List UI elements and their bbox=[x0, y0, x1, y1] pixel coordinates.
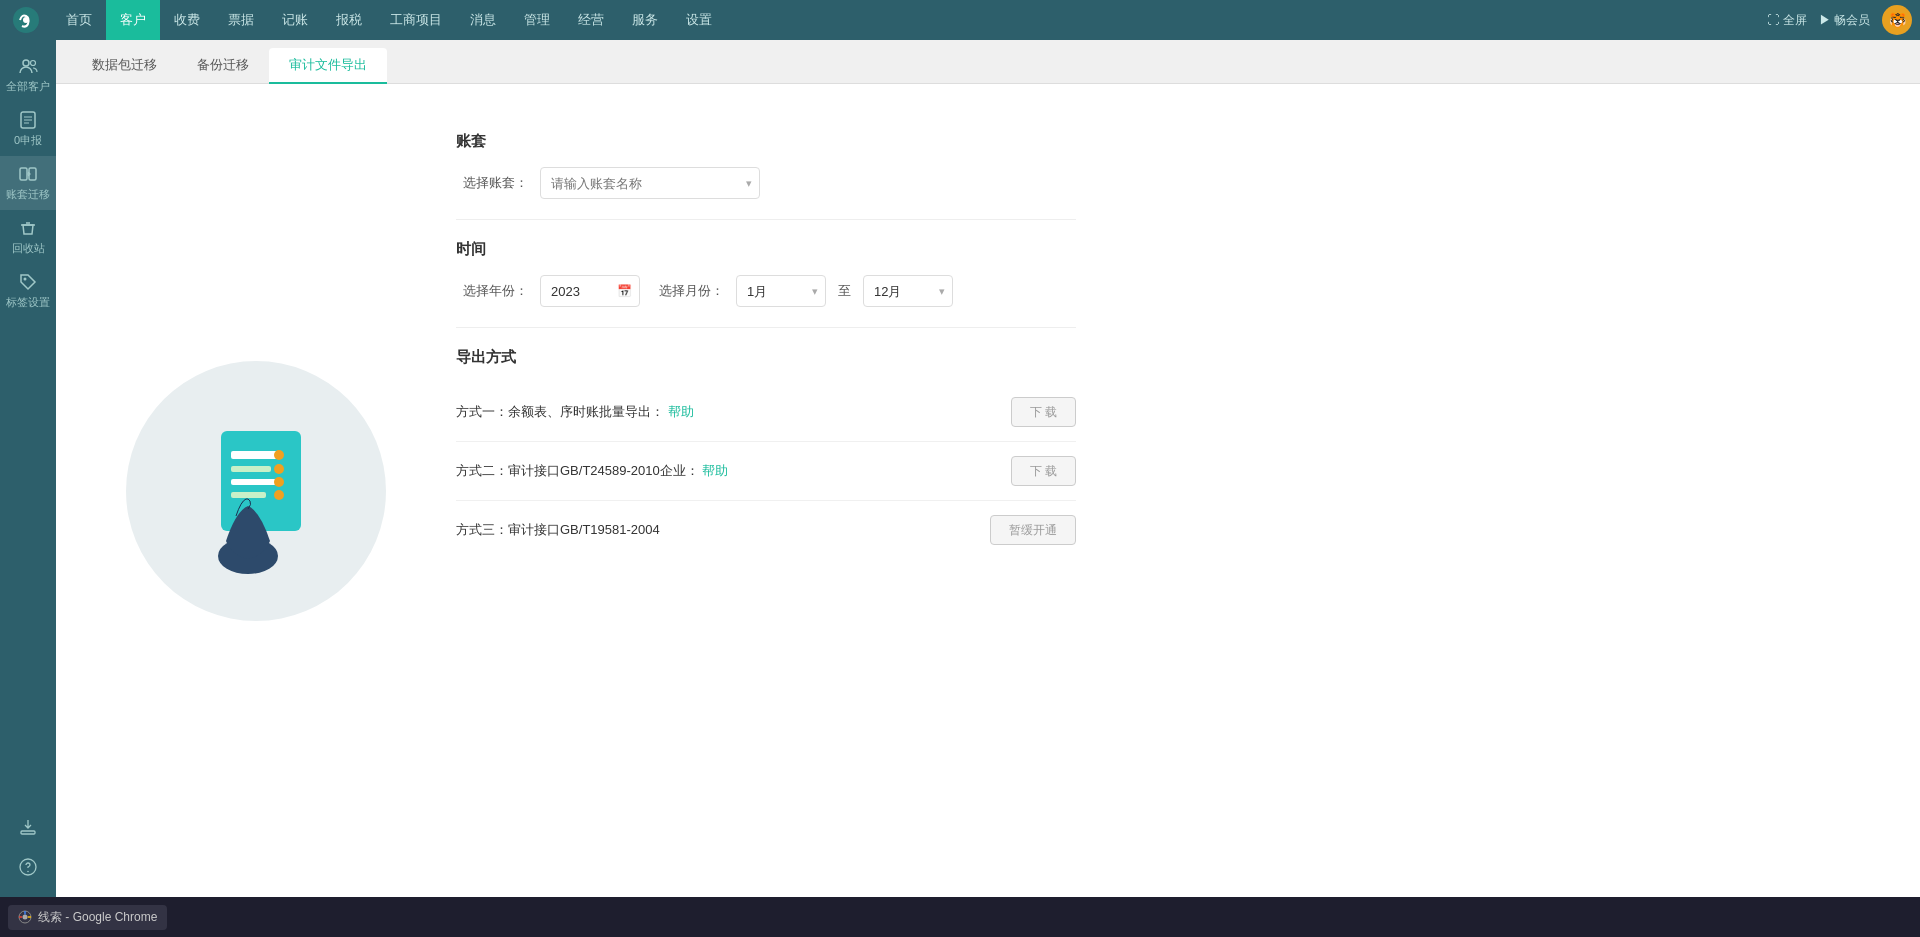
sidebar-label-migrate: 账套迁移 bbox=[6, 187, 50, 202]
month-start-select-wrap: 1月2月3月 4月5月6月 7月8月9月 10月11月12月 ▾ bbox=[736, 275, 826, 307]
content-area: 数据包迁移 备份迁移 审计文件导出 bbox=[56, 40, 1920, 897]
sidebar-item-migrate[interactable]: 账套迁移 bbox=[0, 156, 56, 210]
account-input[interactable] bbox=[540, 167, 760, 199]
page-content: 账套 选择账套： ▾ 时间 选择年份： 📅 bbox=[56, 84, 1920, 897]
month-end-select-wrap: 1月2月3月 4月5月6月 7月8月9月 10月11月12月 ▾ bbox=[863, 275, 953, 307]
nav-manage[interactable]: 管理 bbox=[510, 0, 564, 40]
taskbar-chrome[interactable]: 线索 - Google Chrome bbox=[8, 905, 167, 930]
svg-point-22 bbox=[23, 915, 28, 920]
account-section-title: 账套 bbox=[456, 132, 1076, 151]
method-row-3: 方式三：审计接口GB/T19581-2004 暂缓开通 bbox=[456, 501, 1076, 559]
sidebar-bottom bbox=[0, 809, 56, 897]
nav-message[interactable]: 消息 bbox=[456, 0, 510, 40]
sidebar-bottom-help[interactable] bbox=[0, 849, 56, 885]
method-2-download-btn[interactable]: 下 载 bbox=[1011, 456, 1076, 486]
year-input[interactable] bbox=[540, 275, 640, 307]
nav-home[interactable]: 首页 bbox=[52, 0, 106, 40]
month-label: 选择月份： bbox=[652, 282, 724, 300]
svg-point-17 bbox=[274, 464, 284, 474]
account-input-wrap: ▾ bbox=[540, 167, 760, 199]
svg-point-7 bbox=[24, 278, 27, 281]
time-section-title: 时间 bbox=[456, 240, 1076, 259]
nav-tax[interactable]: 报税 bbox=[322, 0, 376, 40]
method-1-download-btn[interactable]: 下 载 bbox=[1011, 397, 1076, 427]
tab-data-migrate[interactable]: 数据包迁移 bbox=[72, 48, 177, 84]
top-nav: 首页 客户 收费 票据 记账 报税 工商项目 消息 管理 经营 服务 设置 ⛶ … bbox=[0, 0, 1920, 40]
tab-bar: 数据包迁移 备份迁移 审计文件导出 bbox=[56, 40, 1920, 84]
sidebar-label-zero-declare: 0申报 bbox=[14, 133, 42, 148]
sidebar-item-zero-declare[interactable]: 0申报 bbox=[0, 102, 56, 156]
svg-rect-15 bbox=[231, 492, 266, 498]
nav-customer[interactable]: 客户 bbox=[106, 0, 160, 40]
year-input-wrap: 📅 bbox=[540, 275, 640, 307]
svg-rect-5 bbox=[20, 168, 27, 180]
sidebar-bottom-download[interactable] bbox=[0, 809, 56, 845]
method-1-help-link[interactable]: 帮助 bbox=[668, 404, 694, 419]
to-text: 至 bbox=[838, 282, 851, 300]
main-layout: 全部客户 0申报 账套迁移 回收站 bbox=[0, 40, 1920, 897]
nav-billing[interactable]: 收费 bbox=[160, 0, 214, 40]
svg-rect-12 bbox=[231, 451, 281, 459]
account-label: 选择账套： bbox=[456, 174, 528, 192]
nav-invoice[interactable]: 票据 bbox=[214, 0, 268, 40]
divider-1 bbox=[456, 219, 1076, 220]
method-3-open-btn[interactable]: 暂缓开通 bbox=[990, 515, 1076, 545]
form-area: 账套 选择账套： ▾ 时间 选择年份： 📅 bbox=[416, 116, 1116, 865]
taskbar: 线索 - Google Chrome bbox=[0, 897, 1920, 937]
export-section-title: 导出方式 bbox=[456, 348, 1076, 367]
tab-backup-migrate[interactable]: 备份迁移 bbox=[177, 48, 269, 84]
app-logo bbox=[8, 2, 44, 38]
account-form-row: 选择账套： ▾ bbox=[456, 167, 1076, 199]
method-2-help-link[interactable]: 帮助 bbox=[702, 463, 728, 478]
sidebar-label-tag: 标签设置 bbox=[6, 295, 50, 310]
sidebar-label-all-customers: 全部客户 bbox=[6, 79, 50, 94]
avatar[interactable]: 🐯 bbox=[1882, 5, 1912, 35]
svg-point-10 bbox=[27, 871, 29, 873]
divider-2 bbox=[456, 327, 1076, 328]
year-label: 选择年份： bbox=[456, 282, 528, 300]
nav-service[interactable]: 服务 bbox=[618, 0, 672, 40]
method-1-text: 方式一：余额表、序时账批量导出： 帮助 bbox=[456, 403, 694, 421]
svg-point-1 bbox=[23, 17, 29, 23]
illustration-area bbox=[96, 116, 416, 865]
svg-rect-8 bbox=[21, 831, 35, 834]
time-form-row: 选择年份： 📅 选择月份： 1月2月3月 4月5月6月 7月8月9月 10月11… bbox=[456, 275, 1076, 307]
method-2-text: 方式二：审计接口GB/T24589-2010企业： 帮助 bbox=[456, 462, 728, 480]
sidebar-item-tag[interactable]: 标签设置 bbox=[0, 264, 56, 318]
svg-point-16 bbox=[274, 450, 284, 460]
month-end-select[interactable]: 1月2月3月 4月5月6月 7月8月9月 10月11月12月 bbox=[863, 275, 953, 307]
fullscreen-btn[interactable]: ⛶ 全屏 bbox=[1767, 12, 1806, 29]
svg-point-19 bbox=[274, 490, 284, 500]
nav-items: 首页 客户 收费 票据 记账 报税 工商项目 消息 管理 经营 服务 设置 bbox=[52, 0, 1767, 40]
nav-settings[interactable]: 设置 bbox=[672, 0, 726, 40]
sidebar: 全部客户 0申报 账套迁移 回收站 bbox=[0, 40, 56, 897]
taskbar-chrome-label: 线索 - Google Chrome bbox=[38, 909, 157, 926]
month-start-select[interactable]: 1月2月3月 4月5月6月 7月8月9月 10月11月12月 bbox=[736, 275, 826, 307]
svg-point-2 bbox=[23, 60, 29, 66]
sidebar-item-all-customers[interactable]: 全部客户 bbox=[0, 48, 56, 102]
nav-bookkeeping[interactable]: 记账 bbox=[268, 0, 322, 40]
nav-business[interactable]: 工商项目 bbox=[376, 0, 456, 40]
top-nav-right: ⛶ 全屏 ▶ 畅会员 🐯 bbox=[1767, 5, 1912, 35]
svg-rect-14 bbox=[231, 479, 276, 485]
method-3-text: 方式三：审计接口GB/T19581-2004 bbox=[456, 521, 660, 539]
tab-audit-export[interactable]: 审计文件导出 bbox=[269, 48, 387, 84]
method-row-1: 方式一：余额表、序时账批量导出： 帮助 下 载 bbox=[456, 383, 1076, 442]
svg-point-18 bbox=[274, 477, 284, 487]
illustration-circle bbox=[126, 361, 386, 621]
nav-operation[interactable]: 经营 bbox=[564, 0, 618, 40]
sidebar-item-recycle[interactable]: 回收站 bbox=[0, 210, 56, 264]
member-btn[interactable]: ▶ 畅会员 bbox=[1819, 12, 1870, 29]
svg-point-3 bbox=[31, 61, 36, 66]
svg-rect-13 bbox=[231, 466, 271, 472]
sidebar-label-recycle: 回收站 bbox=[12, 241, 45, 256]
method-row-2: 方式二：审计接口GB/T24589-2010企业： 帮助 下 载 bbox=[456, 442, 1076, 501]
